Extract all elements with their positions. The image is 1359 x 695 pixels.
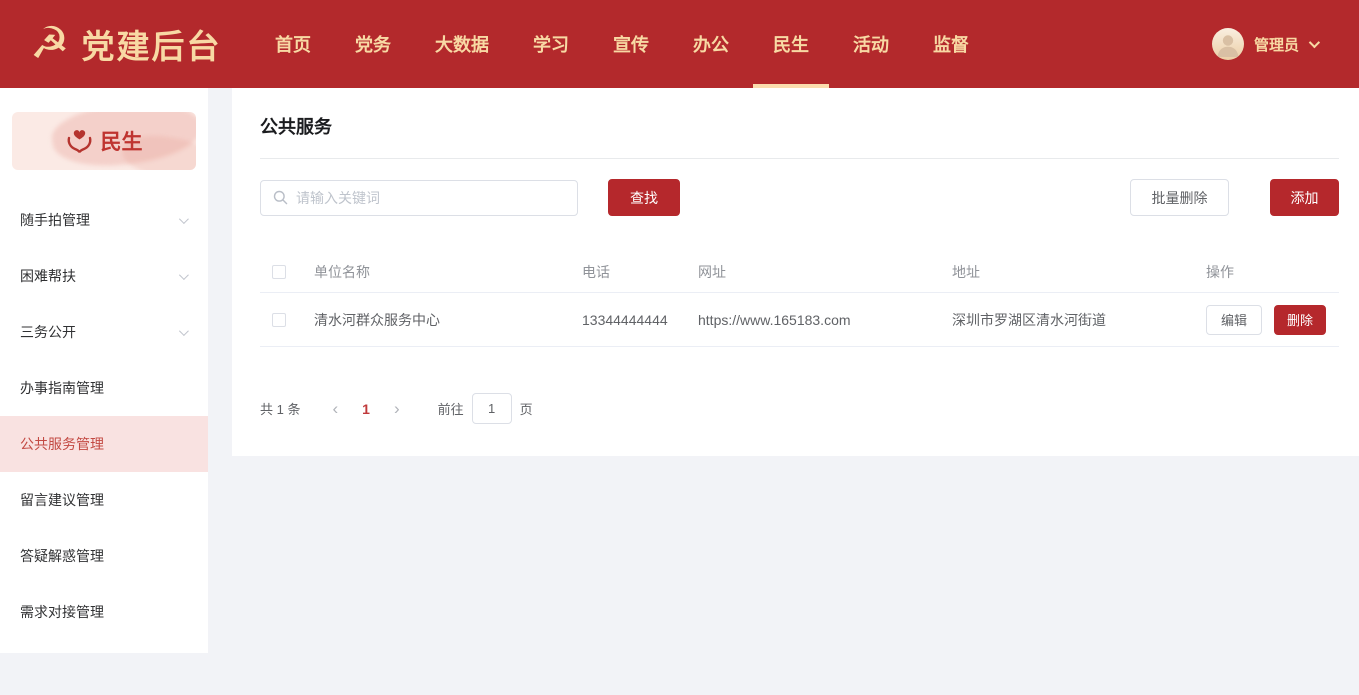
sidebar-banner-label: 民生 <box>101 126 143 156</box>
avatar <box>1212 28 1244 60</box>
user-icon <box>1212 28 1244 60</box>
col-header-address: 地址 <box>952 262 1206 282</box>
search-box <box>260 180 578 216</box>
table-header-row: 单位名称 电话 网址 地址 操作 <box>260 252 1339 293</box>
sidebar-item-demand-docking-mgmt[interactable]: 需求对接管理 <box>0 584 208 640</box>
brand-logo: ☭ 党建后台 <box>0 20 235 68</box>
chevron-down-icon <box>1309 37 1320 48</box>
toolbar: 查找 批量删除 添加 <box>260 179 1339 216</box>
goto-suffix: 页 <box>520 399 533 418</box>
sidebar-item-message-suggestion-mgmt[interactable]: 留言建议管理 <box>0 472 208 528</box>
col-header-name: 单位名称 <box>314 262 582 282</box>
services-table: 单位名称 电话 网址 地址 操作 清水河群众服务中心 13344444444 h… <box>260 252 1339 347</box>
col-header-url: 网址 <box>698 262 952 282</box>
nav-item-home[interactable]: 首页 <box>255 0 331 88</box>
nav-item-study[interactable]: 学习 <box>513 0 589 88</box>
add-button[interactable]: 添加 <box>1270 179 1339 216</box>
page-title: 公共服务 <box>260 88 1339 139</box>
sidebar-item-hardship-assist[interactable]: 困难帮扶 <box>0 248 208 304</box>
main-nav: 首页 党务 大数据 学习 宣传 办公 民生 活动 监督 <box>255 0 993 88</box>
nav-item-party-affairs[interactable]: 党务 <box>335 0 411 88</box>
sidebar-item-label: 困难帮扶 <box>20 266 76 286</box>
sidebar-item-label: 留言建议管理 <box>20 490 104 510</box>
sidebar-item-label: 随手拍管理 <box>20 210 90 230</box>
sidebar-item-label: 办事指南管理 <box>20 378 104 398</box>
sidebar-item-three-affairs[interactable]: 三务公开 <box>0 304 208 360</box>
nav-item-office[interactable]: 办公 <box>673 0 749 88</box>
brand-title: 党建后台 <box>81 20 221 68</box>
row-checkbox[interactable] <box>272 313 286 327</box>
nav-item-big-data[interactable]: 大数据 <box>415 0 509 88</box>
main-panel: 公共服务 查找 批量删除 添加 单位名称 电话 网址 地址 操作 清水河群众服务… <box>232 88 1359 456</box>
sidebar: 民生 随手拍管理 困难帮扶 三务公开 办事指南管理 公共服务管理 留言建议管理 … <box>0 88 208 653</box>
chevron-down-icon <box>179 326 189 336</box>
edit-button[interactable]: 编辑 <box>1206 305 1262 335</box>
sidebar-item-label: 三务公开 <box>20 322 76 342</box>
sidebar-menu: 随手拍管理 困难帮扶 三务公开 办事指南管理 公共服务管理 留言建议管理 答疑解… <box>0 184 208 640</box>
cell-name: 清水河群众服务中心 <box>314 310 582 330</box>
title-divider <box>260 158 1339 159</box>
nav-item-activity[interactable]: 活动 <box>833 0 909 88</box>
heart-in-hands-icon <box>66 128 93 154</box>
pagination: 共 1 条 ‹ 1 › 前往 页 <box>260 393 1339 424</box>
sidebar-item-label: 公共服务管理 <box>20 434 104 454</box>
batch-delete-button[interactable]: 批量删除 <box>1130 179 1229 216</box>
cell-address: 深圳市罗湖区清水河街道 <box>952 310 1206 330</box>
goto-label: 前往 <box>438 399 464 418</box>
next-page-icon[interactable]: › <box>382 400 412 417</box>
pagination-total: 共 1 条 <box>260 399 300 418</box>
sidebar-banner: 民生 <box>12 112 196 170</box>
sidebar-item-snapshot-mgmt[interactable]: 随手拍管理 <box>0 192 208 248</box>
select-all-checkbox[interactable] <box>272 265 286 279</box>
nav-item-livelihood[interactable]: 民生 <box>753 0 829 88</box>
prev-page-icon[interactable]: ‹ <box>320 400 350 417</box>
search-input[interactable] <box>296 190 565 206</box>
col-header-phone: 电话 <box>582 262 698 282</box>
sidebar-item-label: 需求对接管理 <box>20 602 104 622</box>
top-header: ☭ 党建后台 首页 党务 大数据 学习 宣传 办公 民生 活动 监督 管理员 <box>0 0 1359 88</box>
hammer-sickle-icon: ☭ <box>30 22 69 66</box>
find-button[interactable]: 查找 <box>608 179 680 216</box>
chevron-down-icon <box>179 270 189 280</box>
col-header-ops: 操作 <box>1206 262 1339 282</box>
page-number-1[interactable]: 1 <box>350 401 382 417</box>
nav-item-supervision[interactable]: 监督 <box>913 0 989 88</box>
nav-item-publicity[interactable]: 宣传 <box>593 0 669 88</box>
cell-url: https://www.165183.com <box>698 312 952 328</box>
user-name: 管理员 <box>1254 34 1299 55</box>
chevron-down-icon <box>179 214 189 224</box>
cell-phone: 13344444444 <box>582 312 698 328</box>
sidebar-item-guide-mgmt[interactable]: 办事指南管理 <box>0 360 208 416</box>
search-icon <box>273 190 288 205</box>
delete-button[interactable]: 删除 <box>1274 305 1326 335</box>
user-menu[interactable]: 管理员 <box>1212 28 1359 60</box>
goto-page-input[interactable] <box>472 393 512 424</box>
table-row: 清水河群众服务中心 13344444444 https://www.165183… <box>260 293 1339 347</box>
sidebar-item-qa-mgmt[interactable]: 答疑解惑管理 <box>0 528 208 584</box>
sidebar-item-label: 答疑解惑管理 <box>20 546 104 566</box>
sidebar-item-public-service-mgmt[interactable]: 公共服务管理 <box>0 416 208 472</box>
